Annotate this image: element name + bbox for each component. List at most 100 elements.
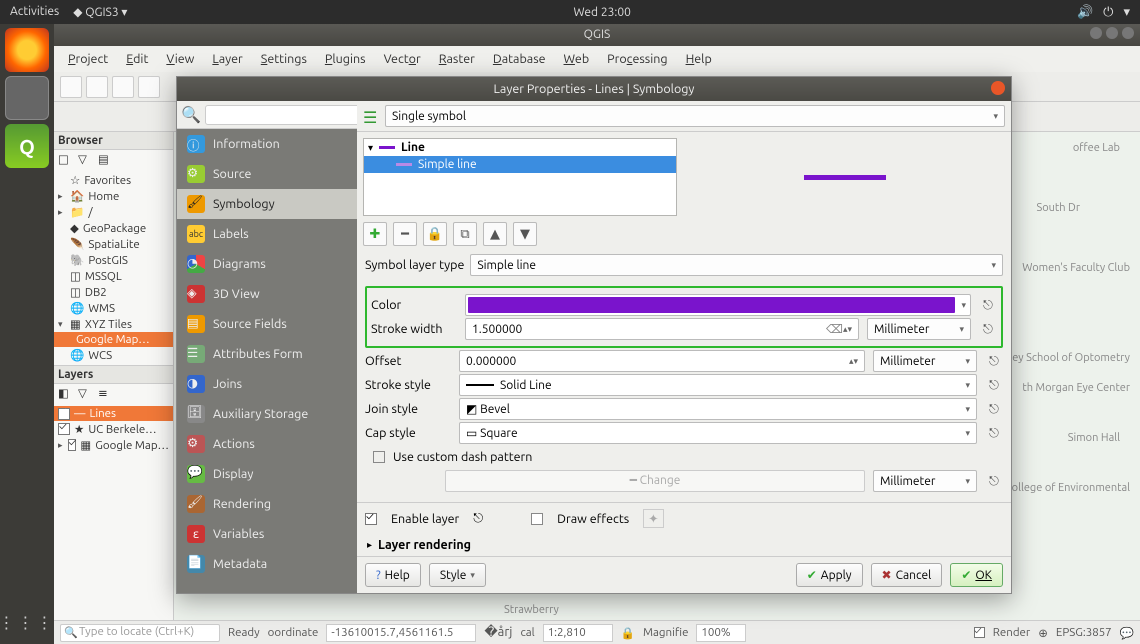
window-max-icon[interactable] — [1106, 27, 1118, 39]
layer-ucberkeley[interactable]: ★ UC Berkele… — [54, 421, 173, 437]
dash-checkbox[interactable] — [373, 451, 385, 463]
symbol-up-button[interactable]: ▲ — [483, 222, 507, 246]
window-min-icon[interactable] — [1090, 27, 1102, 39]
category-actions[interactable]: ⚙Actions — [177, 429, 357, 459]
offset-datadefined-icon[interactable]: ⎋ — [985, 350, 1003, 372]
layer-ucb-checkbox[interactable] — [58, 423, 70, 435]
strokewidth-datadefined-icon[interactable]: ⎋ — [979, 318, 997, 340]
power-icon[interactable]: ⏻ — [1103, 5, 1113, 20]
browser-filter-icon[interactable]: ▽ — [78, 152, 94, 168]
menu-raster[interactable]: Raster — [431, 50, 483, 68]
color-field[interactable]: ▾ — [465, 294, 971, 316]
symbol-tree-child[interactable]: Simple line — [364, 156, 676, 173]
dash-datadefined-icon[interactable]: ⎋ — [985, 470, 1003, 492]
menu-view[interactable]: View — [158, 50, 202, 68]
tree-item-wcs[interactable]: 🌐 WCS — [54, 347, 173, 363]
layer-googlemap[interactable]: ▸ ▦ Google Map… — [54, 437, 173, 453]
tree-item-mssql[interactable]: ◫ MSSQL — [54, 268, 173, 284]
tree-item-db2[interactable]: ◫ DB2 — [54, 284, 173, 300]
tool-save[interactable] — [112, 76, 134, 98]
draw-effects-checkbox[interactable] — [531, 513, 543, 525]
menu-database[interactable]: Database — [485, 50, 554, 68]
tree-item-postgis[interactable]: 🐘 PostGIS — [54, 252, 173, 268]
style-button[interactable]: Style ▾ — [429, 563, 486, 587]
category-information[interactable]: ⓘInformation — [177, 129, 357, 159]
status-scale[interactable]: 1:2,810 — [543, 624, 613, 642]
status-coord[interactable]: -13610015.7,4561161.5 — [326, 624, 476, 642]
layers-style-icon[interactable]: ◧ — [58, 386, 74, 402]
status-render-checkbox[interactable] — [974, 627, 985, 638]
symbol-lock-button[interactable]: 🔒 — [423, 222, 447, 246]
category-variables[interactable]: εVariables — [177, 519, 357, 549]
symbol-remove-button[interactable]: ━ — [393, 222, 417, 246]
symbol-down-button[interactable]: ▼ — [513, 222, 537, 246]
menu-settings[interactable]: Settings — [253, 50, 315, 68]
layers-expand-icon[interactable]: ≡ — [98, 386, 114, 402]
tree-item-geopackage[interactable]: ◆ GeoPackage — [54, 220, 173, 236]
tree-item-root[interactable]: ▸📁 / — [54, 204, 173, 220]
category-3dview[interactable]: ◈3D View — [177, 279, 357, 309]
offset-field[interactable]: 0.000000▴▾ — [459, 350, 865, 372]
menu-edit[interactable]: Edit — [118, 50, 156, 68]
joinstyle-combo[interactable]: ◩ Bevel▾ — [459, 398, 977, 420]
layers-filter-icon[interactable]: ▽ — [78, 386, 94, 402]
color-swatch[interactable] — [468, 297, 955, 313]
launcher-files[interactable] — [5, 76, 49, 120]
category-joins[interactable]: ◑Joins — [177, 369, 357, 399]
menu-layer[interactable]: Layer — [204, 50, 250, 68]
activities-button[interactable]: Activities — [10, 5, 59, 19]
category-attributesform[interactable]: ☰Attributes Form — [177, 339, 357, 369]
status-messages-icon[interactable]: 💬 — [1120, 626, 1134, 640]
cancel-button[interactable]: ✖Cancel — [871, 563, 943, 587]
tree-item-wms[interactable]: 🌐 WMS — [54, 300, 173, 316]
menu-processing[interactable]: Processing — [599, 50, 675, 68]
dialog-close-icon[interactable] — [991, 81, 1005, 95]
enable-layer-checkbox[interactable] — [365, 513, 377, 525]
dash-unit[interactable]: Millimeter▾ — [873, 470, 977, 492]
status-extent-icon[interactable]: �årj — [484, 625, 512, 640]
layer-lines[interactable]: — Lines — [54, 406, 173, 421]
app-menu[interactable]: ◆ QGIS3 ▾ — [73, 5, 127, 19]
strokewidth-unit[interactable]: Millimeter▾ — [867, 318, 971, 340]
layer-rendering-section[interactable]: ▸Layer rendering — [357, 534, 1011, 556]
menu-project[interactable]: Project — [60, 50, 116, 68]
tree-item-spatialite[interactable]: 🪶 SpatiaLite — [54, 236, 173, 252]
category-source[interactable]: ⚙Source — [177, 159, 357, 189]
category-sourcefields[interactable]: ▤Source Fields — [177, 309, 357, 339]
color-datadefined-icon[interactable]: ⎋ — [979, 294, 997, 316]
layer-gm-checkbox[interactable] — [68, 439, 77, 451]
tool-open[interactable] — [86, 76, 108, 98]
layer-lines-checkbox[interactable] — [58, 408, 70, 420]
browser-refresh-icon[interactable]: □ — [58, 152, 74, 168]
symbol-add-button[interactable]: ✚ — [363, 222, 387, 246]
category-auxstorage[interactable]: 🗄Auxiliary Storage — [177, 399, 357, 429]
category-display[interactable]: 💬Display — [177, 459, 357, 489]
status-lock-icon[interactable]: 🔒 — [621, 626, 635, 640]
menu-web[interactable]: Web — [556, 50, 598, 68]
menu-plugins[interactable]: Plugins — [317, 50, 374, 68]
launcher-qgis[interactable] — [5, 124, 49, 168]
strokestyle-datadefined-icon[interactable]: ⎋ — [985, 374, 1003, 396]
browser-collapse-icon[interactable]: ▤ — [98, 152, 114, 168]
clock[interactable]: Wed 23:00 — [127, 6, 1077, 19]
symbol-tree-root[interactable]: ▾Line — [364, 139, 676, 156]
ok-button[interactable]: ✔OK — [950, 563, 1003, 587]
draw-effects-button[interactable]: ✦ — [643, 509, 663, 528]
renderer-combo[interactable]: Single symbol▾ — [385, 105, 1005, 127]
strokewidth-field[interactable]: 1.500000⌫▴▾ — [465, 318, 859, 340]
tool-new[interactable] — [60, 76, 82, 98]
status-crs[interactable]: EPSG:3857 — [1056, 626, 1112, 639]
category-metadata[interactable]: 📄Metadata — [177, 549, 357, 579]
symbol-duplicate-button[interactable]: ⧉ — [453, 222, 477, 246]
menu-vector[interactable]: Vector — [376, 50, 429, 68]
category-diagrams[interactable]: ◔Diagrams — [177, 249, 357, 279]
help-button[interactable]: ?Help — [365, 563, 421, 587]
tree-item-favorites[interactable]: ☆ Favorites — [54, 172, 173, 188]
joinstyle-datadefined-icon[interactable]: ⎋ — [985, 398, 1003, 420]
menu-help[interactable]: Help — [678, 50, 720, 68]
symbol-type-combo[interactable]: Simple line▾ — [470, 254, 1003, 276]
clear-icon[interactable]: ⌫ — [826, 322, 843, 336]
launcher-firefox[interactable] — [5, 28, 49, 72]
tree-item-xyztiles[interactable]: ▾▦ XYZ Tiles — [54, 316, 173, 332]
category-rendering[interactable]: 🖌Rendering — [177, 489, 357, 519]
